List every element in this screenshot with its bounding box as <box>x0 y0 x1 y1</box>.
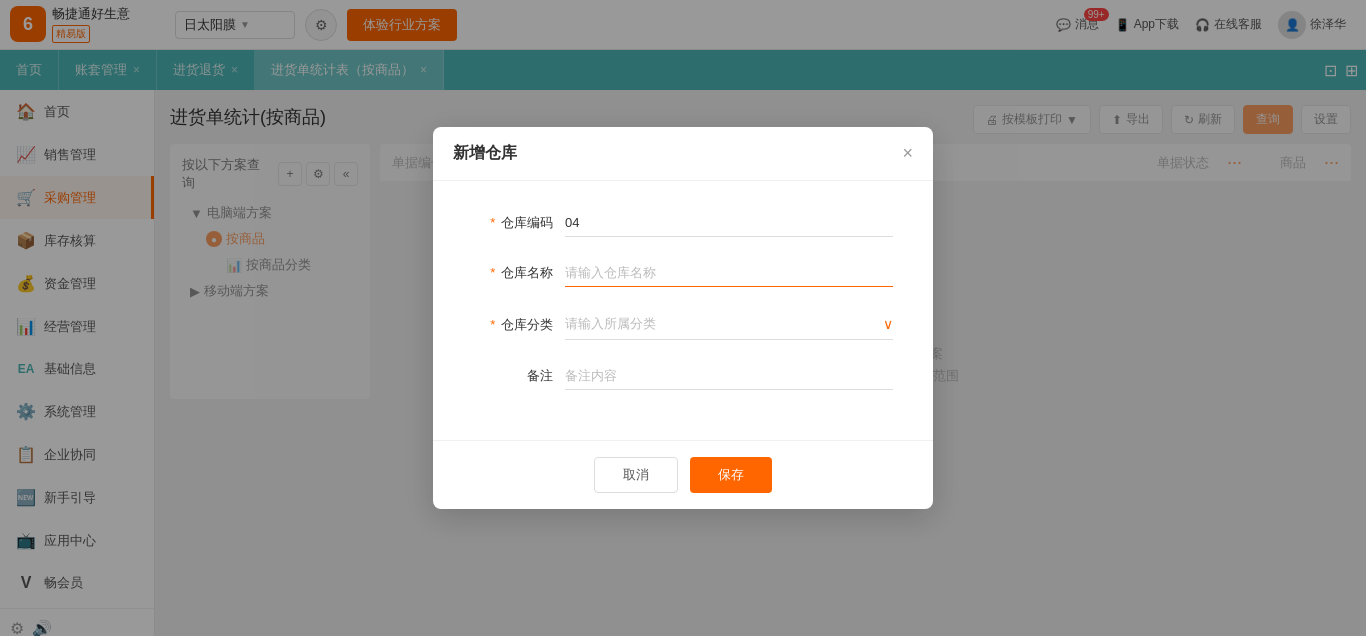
modal-body: * 仓库编码 * 仓库名称 * 仓库分类 请输入所属 <box>433 181 933 440</box>
category-dropdown-icon: ∨ <box>883 316 893 332</box>
name-label: * 仓库名称 <box>473 264 553 282</box>
save-button[interactable]: 保存 <box>690 457 772 493</box>
required-star: * <box>490 215 495 230</box>
category-select[interactable]: 请输入所属分类 ∨ <box>565 309 893 340</box>
required-star-name: * <box>490 265 495 280</box>
category-label: * 仓库分类 <box>473 316 553 334</box>
add-warehouse-modal: 新增仓库 × * 仓库编码 * 仓库名称 <box>433 127 933 509</box>
code-input[interactable] <box>565 209 893 237</box>
modal-title: 新增仓库 <box>453 143 517 164</box>
form-row-code: * 仓库编码 <box>473 209 893 237</box>
modal-footer: 取消 保存 <box>433 440 933 509</box>
note-label: 备注 <box>473 367 553 385</box>
cancel-button[interactable]: 取消 <box>594 457 678 493</box>
required-star-cat: * <box>490 317 495 332</box>
modal-header: 新增仓库 × <box>433 127 933 181</box>
name-input[interactable] <box>565 259 893 287</box>
form-row-category: * 仓库分类 请输入所属分类 ∨ <box>473 309 893 340</box>
form-row-note: 备注 <box>473 362 893 390</box>
modal-overlay: 新增仓库 × * 仓库编码 * 仓库名称 <box>0 0 1366 636</box>
code-label: * 仓库编码 <box>473 214 553 232</box>
modal-close-icon[interactable]: × <box>902 143 913 164</box>
category-placeholder: 请输入所属分类 <box>565 315 656 333</box>
note-input[interactable] <box>565 362 893 390</box>
form-row-name: * 仓库名称 <box>473 259 893 287</box>
